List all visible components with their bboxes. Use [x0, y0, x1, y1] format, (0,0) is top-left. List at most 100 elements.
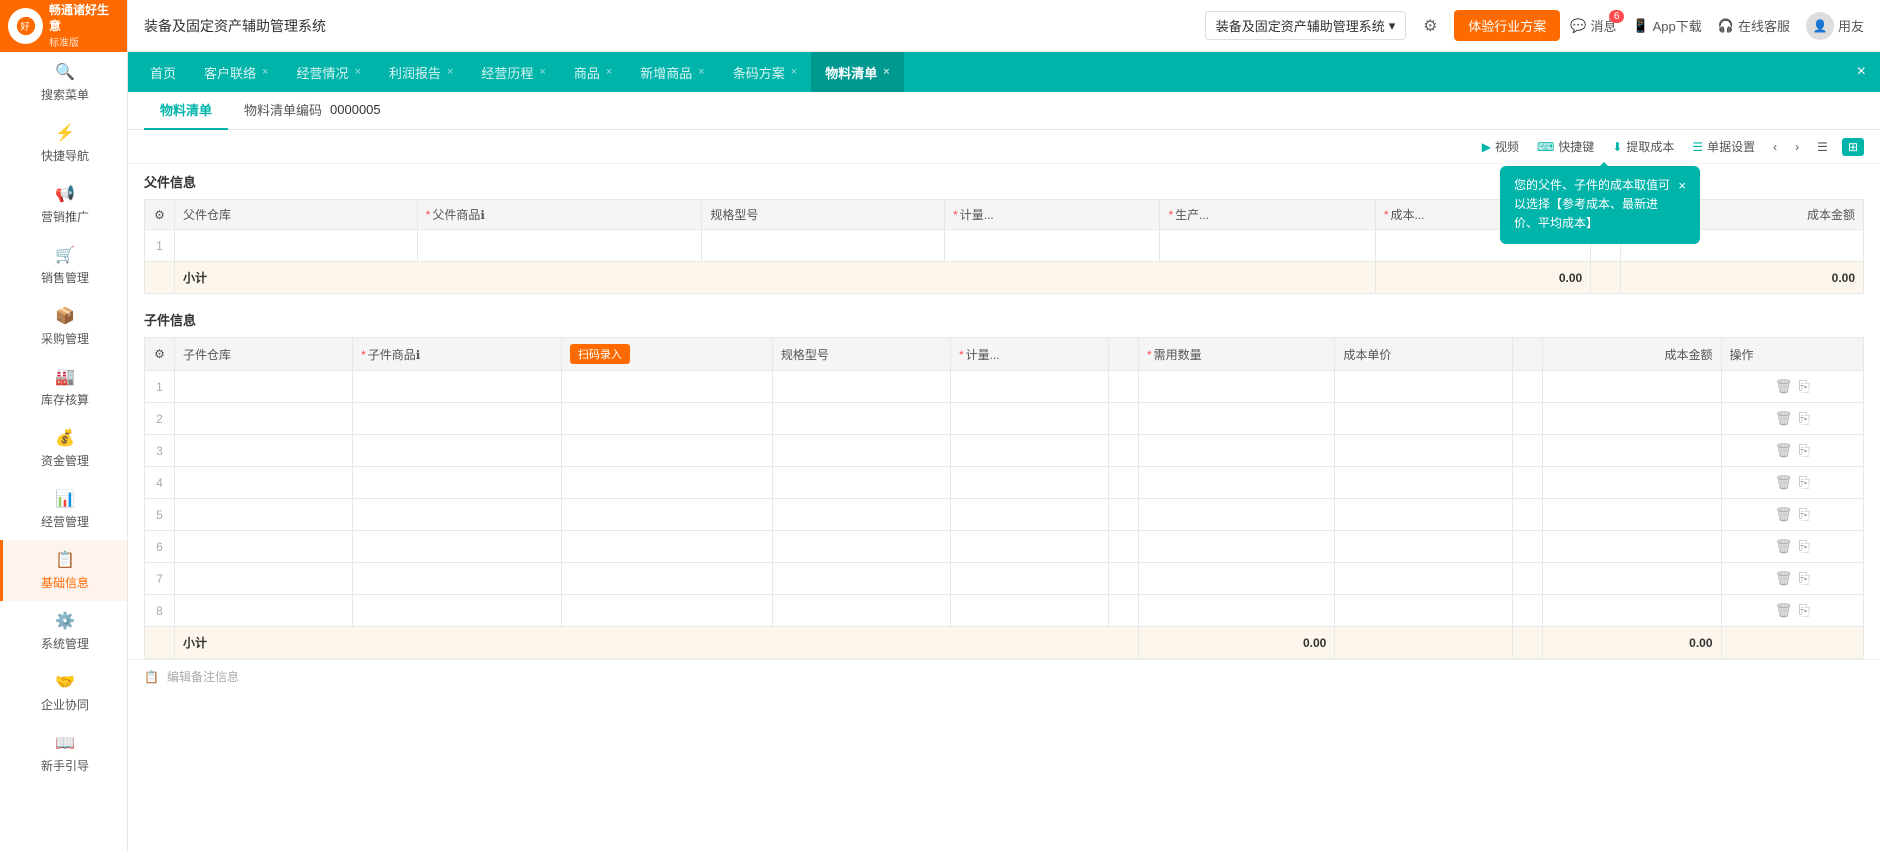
sidebar-item-inventory[interactable]: 🏭 库存核算 — [0, 357, 127, 418]
parent-cell-unit[interactable] — [945, 230, 1160, 262]
tab-barcode[interactable]: 条码方案 × — [719, 52, 811, 92]
copy-icon[interactable]: ⎘ — [1799, 410, 1810, 427]
sub-tab-bom-code[interactable]: 物料清单编码 0000005 — [228, 92, 397, 130]
delete-icon[interactable]: 🗑 — [1775, 378, 1793, 395]
close-tab-new-goods[interactable]: × — [698, 66, 704, 78]
child-cell-spec[interactable] — [772, 499, 950, 531]
copy-icon[interactable]: ⎘ — [1799, 442, 1810, 459]
child-cell-scan[interactable] — [561, 403, 772, 435]
video-button[interactable]: ▶ 视频 — [1478, 136, 1523, 157]
parent-cell-warehouse[interactable] — [175, 230, 418, 262]
sidebar-item-enterprise[interactable]: 🤝 企业协同 — [0, 662, 127, 723]
child-cell-unit[interactable] — [950, 435, 1108, 467]
sidebar-item-finance[interactable]: 💰 资金管理 — [0, 418, 127, 479]
child-cell-needed[interactable] — [1138, 563, 1334, 595]
child-cell-scan[interactable] — [561, 563, 772, 595]
close-tab-profit[interactable]: × — [447, 66, 453, 78]
child-cell-cost-unit[interactable] — [1335, 595, 1513, 627]
online-service-button[interactable]: 🎧 在线客服 — [1718, 16, 1790, 35]
single-setting-button[interactable]: ☰ 单据设置 — [1688, 136, 1759, 157]
child-cell-goods[interactable] — [353, 467, 562, 499]
child-cell-unit[interactable] — [950, 499, 1108, 531]
gear-button[interactable]: ⚙ — [1416, 12, 1444, 40]
child-cell-cost-unit[interactable] — [1335, 531, 1513, 563]
trial-button[interactable]: 体验行业方案 — [1454, 10, 1560, 41]
child-cell-goods[interactable] — [353, 531, 562, 563]
parent-cell-goods[interactable] — [417, 230, 702, 262]
tab-new-goods[interactable]: 新增商品 × — [626, 52, 718, 92]
delete-icon[interactable]: 🗑 — [1775, 474, 1793, 491]
shortcut-button[interactable]: ⌨ 快捷键 — [1533, 136, 1598, 157]
child-cell-warehouse[interactable] — [175, 499, 353, 531]
child-cell-warehouse[interactable] — [175, 403, 353, 435]
child-cell-needed[interactable] — [1138, 435, 1334, 467]
user-menu[interactable]: 👤 用友 — [1806, 12, 1864, 40]
copy-icon[interactable]: ⎘ — [1799, 602, 1810, 619]
child-cell-scan[interactable] — [561, 467, 772, 499]
copy-icon[interactable]: ⎘ — [1799, 378, 1810, 395]
tab-profit[interactable]: 利润报告 × — [375, 52, 467, 92]
child-cell-spec[interactable] — [772, 435, 950, 467]
child-cell-unit[interactable] — [950, 371, 1108, 403]
child-cell-goods[interactable] — [353, 499, 562, 531]
tab-operation-status[interactable]: 经营情况 × — [282, 52, 374, 92]
child-cell-scan[interactable] — [561, 371, 772, 403]
nav-prev[interactable]: ‹ — [1769, 138, 1781, 156]
tab-history[interactable]: 经营历程 × — [467, 52, 559, 92]
child-cell-goods[interactable] — [353, 435, 562, 467]
child-cell-warehouse[interactable] — [175, 467, 353, 499]
extract-cost-button[interactable]: ⬇ 提取成本 — [1608, 136, 1678, 157]
child-th-scan[interactable]: 扫码录入 — [561, 338, 772, 371]
child-th-settings[interactable]: ⚙ — [145, 338, 175, 371]
child-cell-warehouse[interactable] — [175, 531, 353, 563]
close-tab-history[interactable]: × — [539, 66, 545, 78]
child-cell-cost-unit[interactable] — [1335, 371, 1513, 403]
scan-button[interactable]: 扫码录入 — [570, 344, 630, 364]
sidebar-item-marketing[interactable]: 📢 营销推广 — [0, 174, 127, 235]
close-tab-operation-status[interactable]: × — [354, 66, 360, 78]
child-cell-unit[interactable] — [950, 563, 1108, 595]
close-all-tabs[interactable]: × — [1851, 63, 1872, 81]
parent-th-settings[interactable]: ⚙ — [145, 200, 175, 230]
sidebar-item-quick-nav[interactable]: ⚡ 快捷导航 — [0, 113, 127, 174]
child-cell-scan[interactable] — [561, 435, 772, 467]
child-cell-warehouse[interactable] — [175, 371, 353, 403]
parent-cell-produce[interactable] — [1160, 230, 1375, 262]
delete-icon[interactable]: 🗑 — [1775, 506, 1793, 523]
child-cell-spec[interactable] — [772, 467, 950, 499]
sidebar-item-search[interactable]: 🔍 搜索菜单 — [0, 52, 127, 113]
child-cell-spec[interactable] — [772, 595, 950, 627]
child-cell-cost-unit[interactable] — [1335, 563, 1513, 595]
child-cell-scan[interactable] — [561, 531, 772, 563]
child-cell-goods[interactable] — [353, 403, 562, 435]
close-tab-customer[interactable]: × — [262, 66, 268, 78]
tooltip-close[interactable]: × — [1678, 176, 1686, 197]
sidebar-item-purchase[interactable]: 📦 采购管理 — [0, 296, 127, 357]
child-cell-scan[interactable] — [561, 499, 772, 531]
copy-icon[interactable]: ⎘ — [1799, 538, 1810, 555]
child-cell-warehouse[interactable] — [175, 595, 353, 627]
child-cell-cost-unit[interactable] — [1335, 467, 1513, 499]
close-tab-bom[interactable]: × — [883, 66, 889, 78]
child-cell-goods[interactable] — [353, 595, 562, 627]
child-cell-needed[interactable] — [1138, 531, 1334, 563]
parent-cell-spec[interactable] — [702, 230, 945, 262]
message-button[interactable]: 💬 消息 6 — [1570, 16, 1616, 35]
sub-tab-bom-list[interactable]: 物料清单 — [144, 92, 228, 130]
sidebar-item-sales[interactable]: 🛒 销售管理 — [0, 235, 127, 296]
child-cell-needed[interactable] — [1138, 595, 1334, 627]
delete-icon[interactable]: 🗑 — [1775, 570, 1793, 587]
delete-icon[interactable]: 🗑 — [1775, 442, 1793, 459]
child-cell-spec[interactable] — [772, 563, 950, 595]
sidebar-item-operation[interactable]: 📊 经营管理 — [0, 479, 127, 540]
child-cell-warehouse[interactable] — [175, 563, 353, 595]
child-cell-needed[interactable] — [1138, 467, 1334, 499]
child-cell-goods[interactable] — [353, 563, 562, 595]
close-tab-goods[interactable]: × — [606, 66, 612, 78]
child-cell-unit[interactable] — [950, 467, 1108, 499]
child-cell-unit[interactable] — [950, 595, 1108, 627]
tab-goods[interactable]: 商品 × — [560, 52, 626, 92]
tab-home[interactable]: 首页 — [136, 52, 190, 92]
child-cell-cost-unit[interactable] — [1335, 403, 1513, 435]
child-cell-goods[interactable] — [353, 371, 562, 403]
